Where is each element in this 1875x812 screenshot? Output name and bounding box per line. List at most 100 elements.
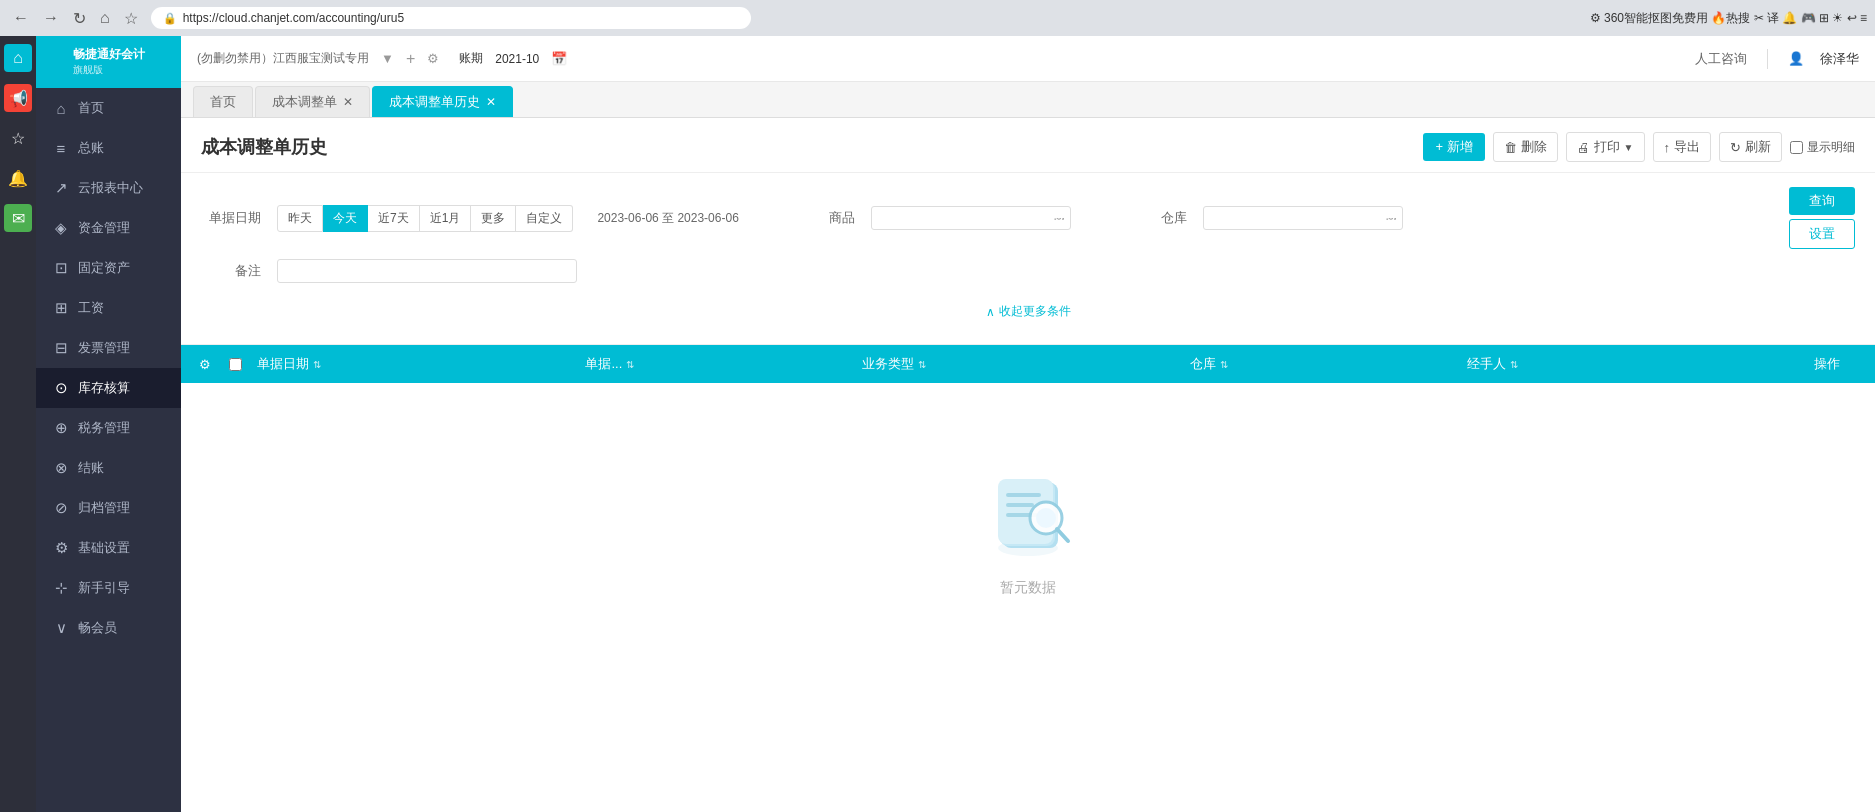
warehouse-input[interactable] <box>1203 206 1403 230</box>
icon-rail-envelope[interactable]: ✉ <box>4 204 32 232</box>
page-header: 成本调整单历史 + 新增 🗑 删除 🖨 打印 ▼ ↑ 导出 <box>181 118 1875 173</box>
warehouse-filter-label: 仓库 <box>1127 209 1187 227</box>
date-btn-custom[interactable]: 自定义 <box>516 205 573 232</box>
topbar-right: 人工咨询 👤 徐泽华 <box>1695 49 1859 69</box>
sidebar: 畅捷通好会计 旗舰版 ⌂ 首页 ≡ 总账 ↗ 云报表中心 ◈ 资金管理 ⊡ <box>36 36 181 812</box>
tab-cost-adjust-history-close[interactable]: ✕ <box>486 95 496 109</box>
sidebar-item-label-guide: 新手引导 <box>78 579 130 597</box>
sidebar-item-home[interactable]: ⌂ 首页 <box>36 88 181 128</box>
th-warehouse[interactable]: 仓库 ⇅ <box>1182 355 1458 373</box>
date-btn-1month[interactable]: 近1月 <box>420 205 472 232</box>
topbar-divider <box>1767 49 1768 69</box>
back-button[interactable]: ← <box>8 7 34 29</box>
sidebar-item-guide[interactable]: ⊹ 新手引导 <box>36 568 181 608</box>
sort-person-icon: ⇅ <box>1510 359 1518 370</box>
sidebar-item-archive[interactable]: ⊘ 归档管理 <box>36 488 181 528</box>
sidebar-item-tax[interactable]: ⊕ 税务管理 <box>36 408 181 448</box>
calendar-icon[interactable]: 📅 <box>551 51 567 66</box>
sidebar-logo-name: 畅捷通好会计 <box>73 47 145 63</box>
export-icon: ↑ <box>1664 140 1671 155</box>
user-label: 徐泽华 <box>1820 50 1859 68</box>
settings-gear-icon[interactable]: ⚙ <box>427 51 439 66</box>
forward-button[interactable]: → <box>38 7 64 29</box>
inventory-icon: ⊙ <box>52 379 70 397</box>
collapse-row: ∧ 收起更多条件 <box>201 293 1855 330</box>
delete-icon: 🗑 <box>1504 140 1517 155</box>
icon-rail-notification[interactable]: 📢 <box>4 84 32 112</box>
sidebar-item-label-member: 畅会员 <box>78 619 117 637</box>
th-type[interactable]: 业务类型 ⇅ <box>854 355 1182 373</box>
show-cols-checkbox[interactable] <box>1790 141 1803 154</box>
icon-rail-bell[interactable]: 🔔 <box>4 164 32 192</box>
table-settings-icon[interactable]: ⚙ <box>189 357 221 372</box>
th-date[interactable]: 单据日期 ⇅ <box>249 355 577 373</box>
print-button[interactable]: 🖨 打印 ▼ <box>1566 132 1645 162</box>
tab-cost-adjust[interactable]: 成本调整单 ✕ <box>255 86 370 117</box>
settings-filter-button[interactable]: 设置 <box>1789 219 1855 249</box>
export-button[interactable]: ↑ 导出 <box>1653 132 1712 162</box>
sidebar-item-ledger[interactable]: ≡ 总账 <box>36 128 181 168</box>
delete-button[interactable]: 🗑 删除 <box>1493 132 1558 162</box>
period-value: 2021-10 <box>495 52 539 66</box>
assets-icon: ⊡ <box>52 259 70 277</box>
home-icon: ⌂ <box>52 100 70 117</box>
tax-icon: ⊕ <box>52 419 70 437</box>
tab-cost-adjust-history[interactable]: 成本调整单历史 ✕ <box>372 86 513 117</box>
browser-nav: ← → ↻ ⌂ ☆ <box>8 7 143 30</box>
sidebar-item-reports[interactable]: ↗ 云报表中心 <box>36 168 181 208</box>
company-label: (勿删勿禁用）江西服宝测试专用 <box>197 50 369 67</box>
browser-tools: ⚙ 360智能抠图免费用 🔥热搜 ✂ 译 🔔 🎮 ⊞ ☀ ↩ ≡ <box>1590 10 1867 27</box>
sidebar-item-label-closing: 结账 <box>78 459 104 477</box>
reload-button[interactable]: ↻ <box>68 7 91 30</box>
sidebar-item-label-invoice: 发票管理 <box>78 339 130 357</box>
address-bar[interactable]: 🔒 https://cloud.chanjet.com/accounting/u… <box>151 7 751 29</box>
sidebar-item-salary[interactable]: ⊞ 工资 <box>36 288 181 328</box>
sidebar-item-inventory[interactable]: ⊙ 库存核算 <box>36 368 181 408</box>
sort-num-icon: ⇅ <box>626 359 634 370</box>
new-button[interactable]: + 新增 <box>1423 133 1484 161</box>
sidebar-logo-sub: 旗舰版 <box>73 63 145 77</box>
date-btn-today[interactable]: 今天 <box>323 205 368 232</box>
app-wrapper: ⌂ 📢 ☆ 🔔 ✉ 畅捷通好会计 旗舰版 ⌂ 首页 ≡ 总账 ↗ 云报表中心 <box>0 36 1875 812</box>
remark-input[interactable] <box>277 259 577 283</box>
browser-right: ⚙ 360智能抠图免费用 🔥热搜 ✂ 译 🔔 🎮 ⊞ ☀ ↩ ≡ <box>1590 10 1867 27</box>
table-select-all[interactable] <box>221 358 249 371</box>
tab-cost-adjust-close[interactable]: ✕ <box>343 95 353 109</box>
select-all-checkbox[interactable] <box>229 358 242 371</box>
tab-home[interactable]: 首页 <box>193 86 253 117</box>
date-btn-more[interactable]: 更多 <box>471 205 516 232</box>
refresh-button[interactable]: ↻ 刷新 <box>1719 132 1782 162</box>
sort-type-icon: ⇅ <box>918 359 926 370</box>
th-person[interactable]: 经手人 ⇅ <box>1459 355 1787 373</box>
icon-rail-star[interactable]: ☆ <box>4 124 32 152</box>
date-btn-yesterday[interactable]: 昨天 <box>277 205 323 232</box>
sidebar-item-funds[interactable]: ◈ 资金管理 <box>36 208 181 248</box>
date-filter-label: 单据日期 <box>201 209 261 227</box>
date-btn-7days[interactable]: 近7天 <box>368 205 420 232</box>
home-button[interactable]: ⌂ <box>95 7 115 29</box>
add-icon[interactable]: + <box>406 50 415 68</box>
empty-text: 暂元数据 <box>1000 579 1056 597</box>
empty-illustration <box>978 463 1078 563</box>
sidebar-item-invoice[interactable]: ⊟ 发票管理 <box>36 328 181 368</box>
show-cols-toggle[interactable]: 显示明细 <box>1790 139 1855 156</box>
page-title: 成本调整单历史 <box>201 135 327 159</box>
sidebar-item-label-reports: 云报表中心 <box>78 179 143 197</box>
sidebar-item-settings[interactable]: ⚙ 基础设置 <box>36 528 181 568</box>
query-button[interactable]: 查询 <box>1789 187 1855 215</box>
collapse-button[interactable]: ∧ 收起更多条件 <box>970 297 1087 326</box>
bookmark-button[interactable]: ☆ <box>119 7 143 30</box>
dropdown-icon[interactable]: ▼ <box>381 51 394 66</box>
th-num[interactable]: 单据... ⇅ <box>577 355 853 373</box>
empty-state: 暂元数据 <box>181 383 1875 677</box>
page-actions: + 新增 🗑 删除 🖨 打印 ▼ ↑ 导出 ↻ <box>1423 132 1855 162</box>
sidebar-item-label-tax: 税务管理 <box>78 419 130 437</box>
browser-chrome: ← → ↻ ⌂ ☆ 🔒 https://cloud.chanjet.com/ac… <box>0 0 1875 36</box>
print-icon: 🖨 <box>1577 140 1590 155</box>
goods-input[interactable] <box>871 206 1071 230</box>
service-label[interactable]: 人工咨询 <box>1695 50 1747 68</box>
sidebar-item-assets[interactable]: ⊡ 固定资产 <box>36 248 181 288</box>
sidebar-item-closing[interactable]: ⊗ 结账 <box>36 448 181 488</box>
icon-rail-main[interactable]: ⌂ <box>4 44 32 72</box>
sidebar-item-member[interactable]: ∨ 畅会员 <box>36 608 181 648</box>
